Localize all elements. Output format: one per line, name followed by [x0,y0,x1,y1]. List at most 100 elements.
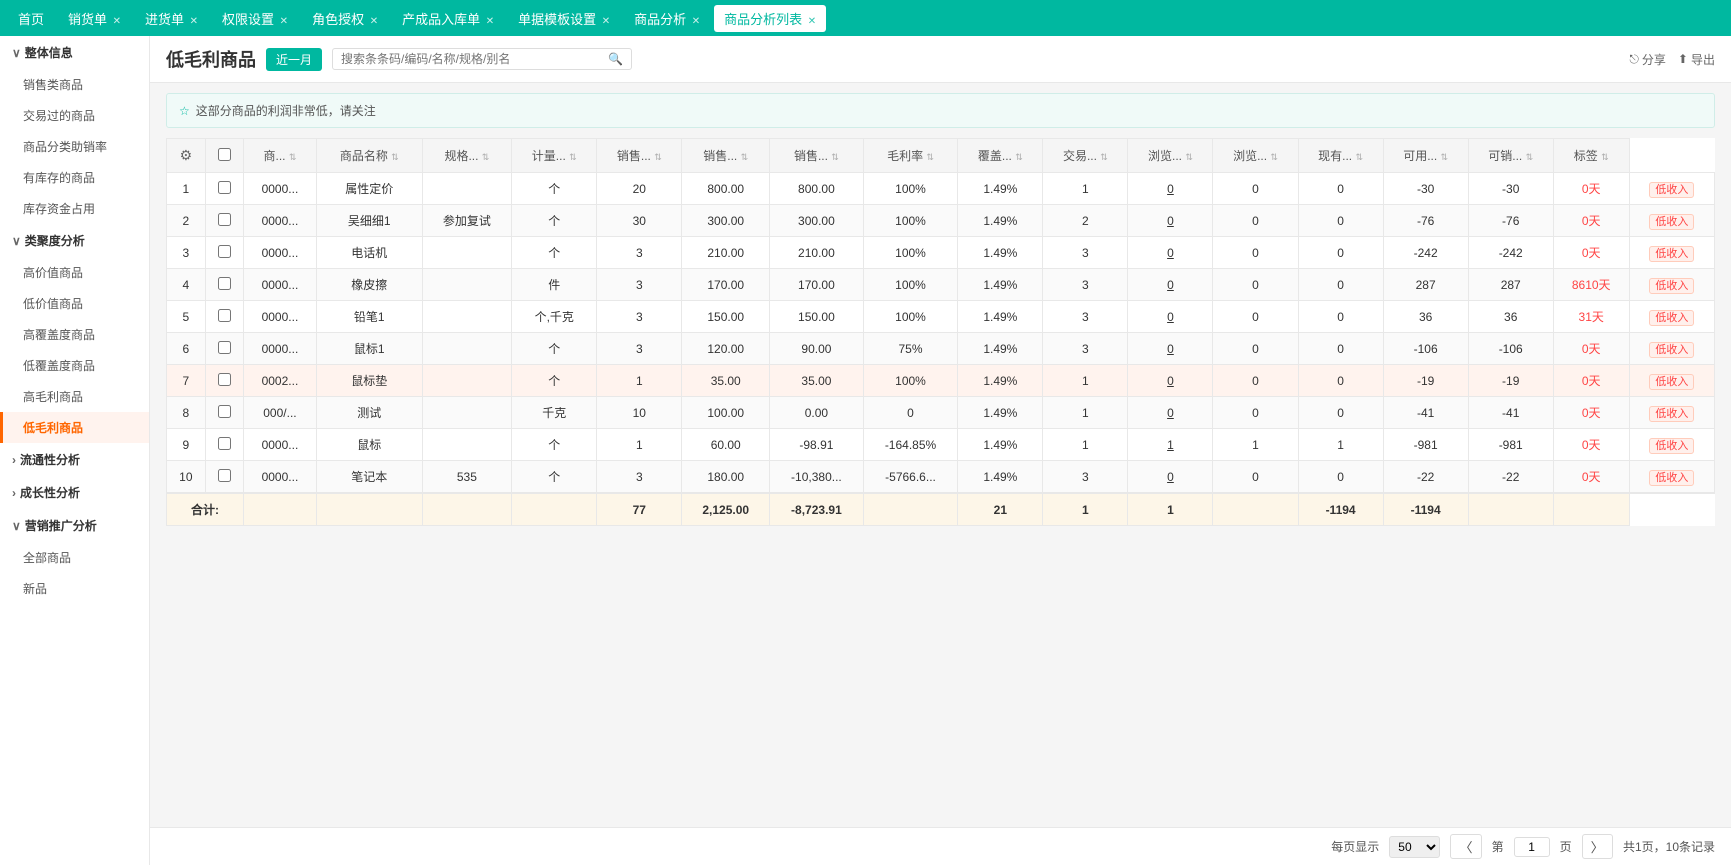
row-trade[interactable]: 0 [1128,397,1213,429]
col-saleable[interactable]: 可销... ⇅ [1468,139,1553,173]
notice-icon: ☆ [179,104,190,118]
sidebar-group-circulation[interactable]: › 流通性分析 [0,443,149,476]
next-page-button[interactable]: 〉 [1582,834,1613,859]
row-trade[interactable]: 0 [1128,301,1213,333]
row-select-checkbox[interactable] [218,373,231,386]
nav-close-analysis-list[interactable]: ✕ [808,16,816,27]
sidebar-item-high-coverage[interactable]: 高覆盖度商品 [0,319,149,350]
sidebar-item-low-profit[interactable]: 低毛利商品 [0,412,149,443]
nav-home[interactable]: 首页 [8,5,54,32]
sidebar-item-in-stock[interactable]: 有库存的商品 [0,162,149,193]
nav-analysis-list[interactable]: 商品分析列表 ✕ [714,5,826,32]
sidebar-item-traded-products[interactable]: 交易过的商品 [0,100,149,131]
nav-close-permission[interactable]: ✕ [280,16,288,27]
row-checkbox[interactable] [205,205,243,237]
row-select-checkbox[interactable] [218,277,231,290]
col-sales-amt[interactable]: 销售... ⇅ [682,139,770,173]
col-browse1[interactable]: 浏览... ⇅ [1128,139,1213,173]
sidebar-group-cluster[interactable]: ∨ 类聚度分析 [0,224,149,257]
nav-close-purchase[interactable]: ✕ [190,16,198,27]
row-trade[interactable]: 1 [1128,429,1213,461]
sidebar-item-high-value[interactable]: 高价值商品 [0,257,149,288]
row-code: 0000... [243,173,316,205]
row-trade[interactable]: 0 [1128,333,1213,365]
row-trade[interactable]: 0 [1128,173,1213,205]
col-available[interactable]: 可用... ⇅ [1383,139,1468,173]
sidebar-group-marketing[interactable]: ∨ 营销推广分析 [0,509,149,542]
sidebar-item-low-coverage[interactable]: 低覆盖度商品 [0,350,149,381]
table-container[interactable]: ⚙ 商... ⇅ 商品名称 ⇅ 规格... ⇅ 计量... ⇅ 销售... ⇅ … [166,138,1715,817]
page-input[interactable] [1514,837,1550,857]
row-select-checkbox[interactable] [218,245,231,258]
row-select-checkbox[interactable] [218,437,231,450]
row-checkbox[interactable] [205,237,243,269]
row-browse1: 0 [1213,205,1298,237]
sidebar-item-low-value[interactable]: 低价值商品 [0,288,149,319]
row-trade[interactable]: 0 [1128,365,1213,397]
date-filter-button[interactable]: 近一月 [266,48,322,71]
row-checkbox[interactable] [205,173,243,205]
nav-close-role[interactable]: ✕ [370,16,378,27]
row-checkbox[interactable] [205,429,243,461]
share-button[interactable]: ⎋ 分享 [1629,51,1666,68]
col-code[interactable]: 商... ⇅ [243,139,316,173]
row-amount3: 0 [863,397,958,429]
row-checkbox[interactable] [205,269,243,301]
col-sales-qty[interactable]: 销售... ⇅ [597,139,682,173]
col-tag[interactable]: 标签 ⇅ [1553,139,1629,173]
col-gross-rate[interactable]: 毛利率 ⇅ [863,139,958,173]
row-trade[interactable]: 0 [1128,269,1213,301]
col-settings[interactable]: ⚙ [167,139,206,173]
sidebar-item-category-rate[interactable]: 商品分类助销率 [0,131,149,162]
sidebar-item-new-products[interactable]: 新品 [0,573,149,604]
col-sales-profit[interactable]: 销售... ⇅ [770,139,864,173]
row-select-checkbox[interactable] [218,309,231,322]
row-checkbox[interactable] [205,333,243,365]
prev-page-button[interactable]: 〈 [1450,834,1481,859]
nav-product-in[interactable]: 产成品入库单 ✕ [392,5,504,32]
row-checkbox[interactable] [205,365,243,397]
sidebar-group-overview[interactable]: ∨ 整体信息 [0,36,149,69]
search-input[interactable] [341,52,608,66]
nav-permission[interactable]: 权限设置 ✕ [212,5,298,32]
col-spec[interactable]: 规格... ⇅ [422,139,512,173]
nav-sales[interactable]: 销货单 ✕ [58,5,131,32]
nav-purchase[interactable]: 进货单 ✕ [135,5,208,32]
row-trade[interactable]: 0 [1128,237,1213,269]
row-trade[interactable]: 0 [1128,205,1213,237]
row-checkbox[interactable] [205,461,243,494]
row-checkbox[interactable] [205,397,243,429]
row-select-checkbox[interactable] [218,405,231,418]
nav-role[interactable]: 角色授权 ✕ [302,5,388,32]
search-icon[interactable]: 🔍 [608,52,623,66]
col-checkbox[interactable] [205,139,243,173]
select-all-checkbox[interactable] [218,148,231,161]
col-browse2[interactable]: 浏览... ⇅ [1213,139,1298,173]
row-select-checkbox[interactable] [218,469,231,482]
nav-close-product-in[interactable]: ✕ [486,16,494,27]
col-name[interactable]: 商品名称 ⇅ [316,139,422,173]
col-coverage[interactable]: 覆盖... ⇅ [958,139,1043,173]
nav-close-template[interactable]: ✕ [602,16,610,27]
row-select-checkbox[interactable] [218,213,231,226]
col-unit[interactable]: 计量... ⇅ [512,139,597,173]
col-trade[interactable]: 交易... ⇅ [1043,139,1128,173]
row-unit: 个 [512,461,597,494]
sidebar-item-stock-capital[interactable]: 库存资金占用 [0,193,149,224]
row-select-checkbox[interactable] [218,341,231,354]
page-size-select[interactable]: 50 100 200 [1389,836,1440,858]
sidebar-item-all-products[interactable]: 全部商品 [0,542,149,573]
export-button[interactable]: ⬆ 导出 [1678,51,1715,68]
row-select-checkbox[interactable] [218,181,231,194]
col-stock[interactable]: 现有... ⇅ [1298,139,1383,173]
sidebar-item-high-profit[interactable]: 高毛利商品 [0,381,149,412]
nav-template[interactable]: 单据模板设置 ✕ [508,5,620,32]
row-trade[interactable]: 0 [1128,461,1213,494]
nav-close-product-analysis[interactable]: ✕ [692,16,700,27]
nav-close-sales[interactable]: ✕ [113,16,121,27]
row-amount1: 170.00 [682,269,770,301]
nav-product-analysis[interactable]: 商品分析 ✕ [624,5,710,32]
sidebar-item-sales-products[interactable]: 销售类商品 [0,69,149,100]
sidebar-group-growth[interactable]: › 成长性分析 [0,476,149,509]
row-checkbox[interactable] [205,301,243,333]
